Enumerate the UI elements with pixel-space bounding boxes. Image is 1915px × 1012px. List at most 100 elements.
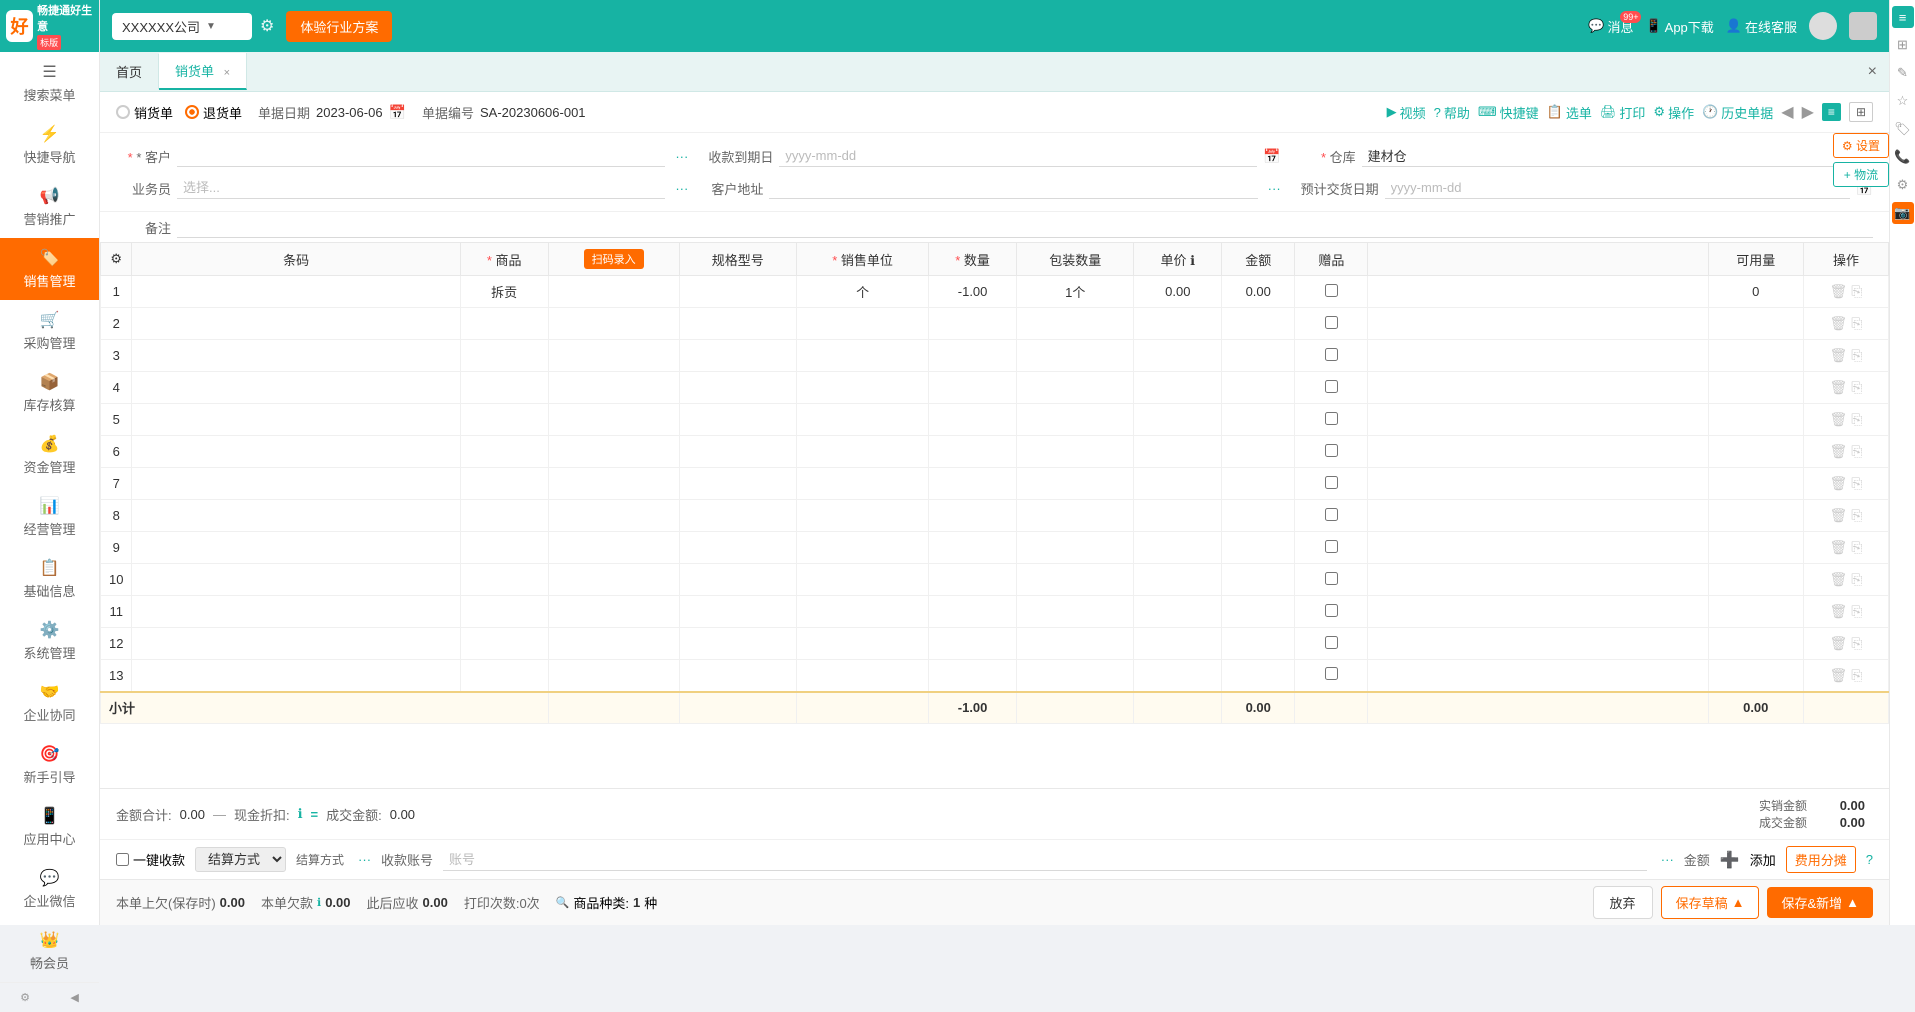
user-avatar[interactable] bbox=[1809, 12, 1837, 40]
sidebar-item-system[interactable]: ⚙️系统管理 bbox=[0, 610, 99, 672]
row-gift-5[interactable] bbox=[1295, 404, 1368, 436]
row-qty-4[interactable] bbox=[929, 372, 1017, 404]
row-barcode-11[interactable] bbox=[132, 596, 460, 628]
row-gift-12[interactable] bbox=[1295, 628, 1368, 660]
row-unit-8[interactable] bbox=[797, 500, 929, 532]
messages-btn[interactable]: 💬 消息 99+ bbox=[1588, 17, 1633, 36]
row-product-3[interactable] bbox=[460, 340, 548, 372]
row-spec-1[interactable] bbox=[679, 276, 796, 308]
row-amount-9[interactable] bbox=[1222, 532, 1295, 564]
user-avatar-alt[interactable] bbox=[1849, 12, 1877, 40]
date-calendar-icon[interactable]: 📅 bbox=[389, 104, 406, 121]
row-product-5[interactable] bbox=[460, 404, 548, 436]
row-barcode-13[interactable] bbox=[132, 660, 460, 692]
row-gift-7[interactable] bbox=[1295, 468, 1368, 500]
one-click-checkbox[interactable] bbox=[116, 853, 129, 866]
row-qty-5[interactable] bbox=[929, 404, 1017, 436]
row-amount-10[interactable] bbox=[1222, 564, 1295, 596]
row-delete-icon-5[interactable]: 🗑 bbox=[1829, 411, 1847, 428]
row-unit-5[interactable] bbox=[797, 404, 929, 436]
row-unit-10[interactable] bbox=[797, 564, 929, 596]
row-pack-qty-9[interactable] bbox=[1017, 532, 1134, 564]
delivery-date-input[interactable] bbox=[1385, 177, 1850, 199]
row-product-10[interactable] bbox=[460, 564, 548, 596]
row-qty-8[interactable] bbox=[929, 500, 1017, 532]
row-amount-6[interactable] bbox=[1222, 436, 1295, 468]
row-pack-qty-7[interactable] bbox=[1017, 468, 1134, 500]
row-unit-price-2[interactable] bbox=[1134, 308, 1222, 340]
list-view-icon[interactable]: ≡ bbox=[1822, 103, 1841, 121]
row-spec-7[interactable] bbox=[679, 468, 796, 500]
sidebar-item-marketing[interactable]: 📢营销推广 bbox=[0, 176, 99, 238]
row-unit-price-9[interactable] bbox=[1134, 532, 1222, 564]
row-qty-9[interactable] bbox=[929, 532, 1017, 564]
row-unit-13[interactable] bbox=[797, 660, 929, 692]
row-unit-price-13[interactable] bbox=[1134, 660, 1222, 692]
row-remark-2[interactable] bbox=[1368, 308, 1708, 340]
row-unit-11[interactable] bbox=[797, 596, 929, 628]
row-qty-6[interactable] bbox=[929, 436, 1017, 468]
row-qty-13[interactable] bbox=[929, 660, 1017, 692]
row-unit-price-6[interactable] bbox=[1134, 436, 1222, 468]
row-unit-price-7[interactable] bbox=[1134, 468, 1222, 500]
row-barcode-6[interactable] bbox=[132, 436, 460, 468]
row-spec-2[interactable] bbox=[679, 308, 796, 340]
tab-home[interactable]: 首页 bbox=[100, 54, 159, 89]
row-remark-6[interactable] bbox=[1368, 436, 1708, 468]
row-barcode-5[interactable] bbox=[132, 404, 460, 436]
sidebar-item-sales[interactable]: 🏷️销售管理 bbox=[0, 238, 99, 300]
row-spec-4[interactable] bbox=[679, 372, 796, 404]
row-barcode-8[interactable] bbox=[132, 500, 460, 532]
row-barcode-9[interactable] bbox=[132, 532, 460, 564]
row-barcode-4[interactable] bbox=[132, 372, 460, 404]
row-qty-2[interactable] bbox=[929, 308, 1017, 340]
row-remark-11[interactable] bbox=[1368, 596, 1708, 628]
row-copy-icon-13[interactable]: ⎘ bbox=[1851, 667, 1862, 684]
row-spec-13[interactable] bbox=[679, 660, 796, 692]
row-unit-price-8[interactable] bbox=[1134, 500, 1222, 532]
row-unit-2[interactable] bbox=[797, 308, 929, 340]
row-delete-icon-2[interactable]: 🗑 bbox=[1829, 315, 1847, 332]
row-gift-4[interactable] bbox=[1295, 372, 1368, 404]
customer-dots-btn[interactable]: ··· bbox=[675, 149, 688, 164]
row-copy-icon-2[interactable]: ⎘ bbox=[1851, 315, 1862, 332]
row-unit-price-12[interactable] bbox=[1134, 628, 1222, 660]
row-delete-icon-13[interactable]: 🗑 bbox=[1829, 667, 1847, 684]
row-copy-icon-4[interactable]: ⎘ bbox=[1851, 379, 1862, 396]
row-unit-3[interactable] bbox=[797, 340, 929, 372]
row-amount-5[interactable] bbox=[1222, 404, 1295, 436]
add-amount-icon[interactable]: ➕ bbox=[1720, 850, 1740, 870]
right-tool-star[interactable]: ☆ bbox=[1892, 90, 1914, 112]
row-product-11[interactable] bbox=[460, 596, 548, 628]
row-pack-qty-12[interactable] bbox=[1017, 628, 1134, 660]
row-copy-icon-10[interactable]: ⎘ bbox=[1851, 571, 1862, 588]
row-qty-12[interactable] bbox=[929, 628, 1017, 660]
tab-close-icon[interactable]: × bbox=[224, 67, 230, 79]
sidebar-item-quick-nav[interactable]: ⚡快捷导航 bbox=[0, 114, 99, 176]
row-copy-icon-12[interactable]: ⎘ bbox=[1851, 635, 1862, 652]
row-delete-icon-3[interactable]: 🗑 bbox=[1829, 347, 1847, 364]
row-remark-4[interactable] bbox=[1368, 372, 1708, 404]
row-pack-qty-13[interactable] bbox=[1017, 660, 1134, 692]
sidebar-collapse-btn[interactable]: ◀ bbox=[70, 991, 78, 1004]
row-unit-1[interactable]: 个 bbox=[797, 276, 929, 308]
right-tool-phone[interactable]: 📞 bbox=[1892, 146, 1914, 168]
save-draft-button[interactable]: 保存草稿 ▲ bbox=[1661, 886, 1760, 919]
row-spec-12[interactable] bbox=[679, 628, 796, 660]
product-type-icon[interactable]: 🔍 bbox=[556, 896, 570, 909]
row-qty-3[interactable] bbox=[929, 340, 1017, 372]
radio-return-order[interactable]: 退货单 bbox=[185, 103, 242, 122]
row-spec-9[interactable] bbox=[679, 532, 796, 564]
row-delete-icon-6[interactable]: 🗑 bbox=[1829, 443, 1847, 460]
sidebar-item-member[interactable]: 👑畅会员 bbox=[0, 920, 99, 982]
row-gift-6[interactable] bbox=[1295, 436, 1368, 468]
radio-sales-order[interactable]: 销货单 bbox=[116, 103, 173, 122]
fee-split-button[interactable]: 费用分摊 bbox=[1786, 846, 1856, 873]
tab-sales-order[interactable]: 销货单 × bbox=[159, 53, 247, 90]
row-copy-icon-9[interactable]: ⎘ bbox=[1851, 539, 1862, 556]
row-unit-9[interactable] bbox=[797, 532, 929, 564]
row-pack-qty-8[interactable] bbox=[1017, 500, 1134, 532]
credit-info-icon[interactable]: ℹ bbox=[317, 896, 321, 909]
grid-view-icon[interactable]: ⊞ bbox=[1849, 102, 1873, 122]
row-pack-qty-2[interactable] bbox=[1017, 308, 1134, 340]
